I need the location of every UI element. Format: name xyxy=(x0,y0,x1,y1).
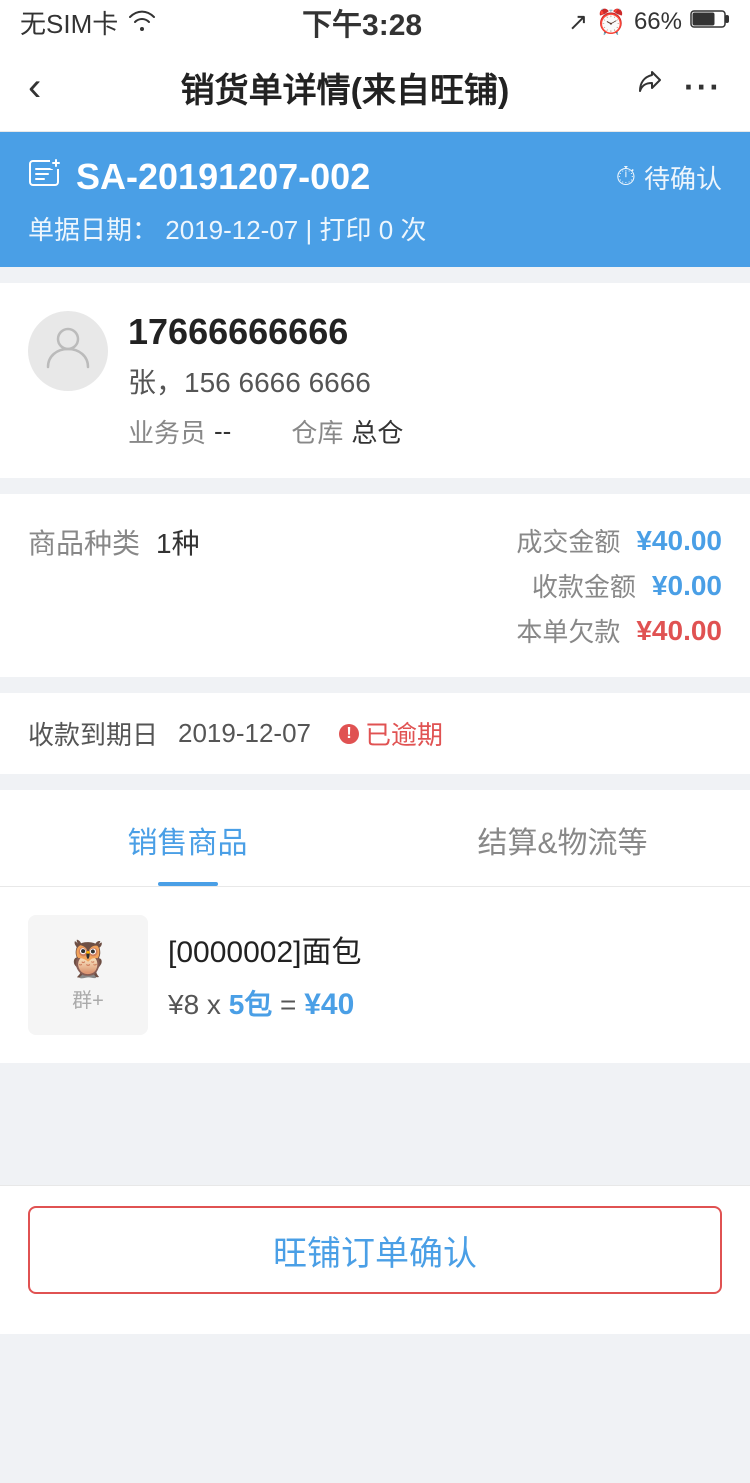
product-price-row: ¥8 x 5包 = ¥40 xyxy=(168,983,722,1023)
debt-value: ¥40.00 xyxy=(636,615,722,647)
nav-bar: ‹ 销货单详情(来自旺铺) ··· xyxy=(0,44,750,132)
overdue-dot: ! xyxy=(339,724,359,744)
customer-phone: 17666666666 xyxy=(128,311,722,353)
confirm-order-button[interactable]: 旺铺订单确认 xyxy=(28,1206,722,1294)
warehouse-info: 仓库 总仓 xyxy=(291,413,403,450)
order-status: ⏱ 待确认 xyxy=(616,159,722,196)
battery-text: 66% xyxy=(634,8,682,36)
order-date: 2019-12-07 xyxy=(165,215,298,245)
battery-icon xyxy=(690,8,730,37)
more-icon[interactable]: ··· xyxy=(684,69,722,106)
status-text: 待确认 xyxy=(644,159,722,196)
nav-actions: ··· xyxy=(602,68,722,108)
location-icon: ↗ xyxy=(568,8,588,37)
thumb-label: 群+ xyxy=(72,984,104,1013)
summary-card: 商品种类 1种 成交金额 ¥40.00 收款金额 ¥0.00 本单欠款 ¥40.… xyxy=(0,494,750,677)
status-time: 下午3:28 xyxy=(302,0,422,44)
status-right: ↗ ⏰ 66% xyxy=(568,8,730,37)
quantity: 5包 xyxy=(229,989,273,1020)
product-thumbnail: 🦉 群+ xyxy=(28,915,148,1035)
share-icon[interactable] xyxy=(632,68,664,108)
staff-info: 业务员 -- xyxy=(128,413,231,450)
clock-icon: ⏱ xyxy=(616,161,636,193)
back-button[interactable]: ‹ xyxy=(28,65,88,110)
received-value: ¥0.00 xyxy=(652,570,722,602)
category-value: 1种 xyxy=(156,522,200,562)
received-row: 收款金额 ¥0.00 xyxy=(532,567,722,604)
equals: = xyxy=(272,989,304,1020)
tab-sales-products[interactable]: 销售商品 xyxy=(0,790,375,886)
customer-card: 17666666666 张，156 6666 6666 业务员 -- 仓库 总仓 xyxy=(0,283,750,478)
due-date-value: 2019-12-07 xyxy=(178,718,311,749)
customer-name: 张，156 6666 6666 xyxy=(128,361,722,401)
received-label: 收款金额 xyxy=(532,567,636,604)
alarm-icon: ⏰ xyxy=(596,8,626,37)
order-id: SA-20191207-002 xyxy=(28,156,370,198)
date-label: 单据日期： xyxy=(28,215,158,245)
staff-label: 业务员 xyxy=(128,413,206,450)
print-info: 打印 0 次 xyxy=(319,215,426,245)
no-sim-text: 无SIM卡 xyxy=(20,4,118,41)
tabs-row: 销售商品 结算&物流等 xyxy=(0,790,750,887)
avatar-icon xyxy=(44,321,92,381)
warehouse-label: 仓库 xyxy=(291,413,343,450)
product-info: [0000002]面包 ¥8 x 5包 = ¥40 xyxy=(168,927,722,1023)
customer-meta: 业务员 -- 仓库 总仓 xyxy=(128,413,722,450)
amount-value: ¥40.00 xyxy=(636,525,722,557)
debt-row: 本单欠款 ¥40.00 xyxy=(516,612,722,649)
nav-title: 销货单详情(来自旺铺) xyxy=(88,63,602,112)
separator: | xyxy=(305,215,319,245)
order-date-row: 单据日期： 2019-12-07 | 打印 0 次 xyxy=(28,210,722,247)
order-header: SA-20191207-002 ⏱ 待确认 单据日期： 2019-12-07 |… xyxy=(0,132,750,267)
overdue-text: 已逾期 xyxy=(365,715,443,752)
category-label: 商品种类 xyxy=(28,522,140,562)
customer-info: 17666666666 张，156 6666 6666 业务员 -- 仓库 总仓 xyxy=(128,311,722,450)
total-price: ¥40 xyxy=(304,988,354,1021)
bottom-bar: 旺铺订单确认 xyxy=(0,1185,750,1334)
staff-value: -- xyxy=(214,416,231,447)
overdue-badge: ! 已逾期 xyxy=(339,715,443,752)
product-name: [0000002]面包 xyxy=(168,927,722,971)
tab-settlement[interactable]: 结算&物流等 xyxy=(375,790,750,886)
summary-right: 成交金额 ¥40.00 收款金额 ¥0.00 本单欠款 ¥40.00 xyxy=(516,522,722,649)
amount-label: 成交金额 xyxy=(516,522,620,559)
status-bar: 无SIM卡 下午3:28 ↗ ⏰ 66% xyxy=(0,0,750,44)
tabs-section: 销售商品 结算&物流等 🦉 群+ [0000002]面包 ¥8 x 5包 = ¥… xyxy=(0,790,750,1063)
avatar xyxy=(28,311,108,391)
product-item: 🦉 群+ [0000002]面包 ¥8 x 5包 = ¥40 xyxy=(0,887,750,1063)
thumb-owl-icon: 🦉 xyxy=(66,938,111,980)
customer-section: 17666666666 张，156 6666 6666 业务员 -- 仓库 总仓 xyxy=(28,311,722,450)
order-id-text: SA-20191207-002 xyxy=(76,156,370,198)
summary-left: 商品种类 1种 xyxy=(28,522,200,562)
wifi-icon xyxy=(128,7,156,38)
order-id-row: SA-20191207-002 ⏱ 待确认 xyxy=(28,156,722,198)
status-left: 无SIM卡 xyxy=(20,4,156,41)
warehouse-value: 总仓 xyxy=(351,413,403,450)
due-date-section: 收款到期日 2019-12-07 ! 已逾期 xyxy=(0,693,750,774)
unit-price: ¥8 x xyxy=(168,989,229,1020)
order-icon xyxy=(28,156,64,198)
amount-row: 成交金额 ¥40.00 xyxy=(516,522,722,559)
due-date-label: 收款到期日 xyxy=(28,715,158,752)
debt-label: 本单欠款 xyxy=(516,612,620,649)
